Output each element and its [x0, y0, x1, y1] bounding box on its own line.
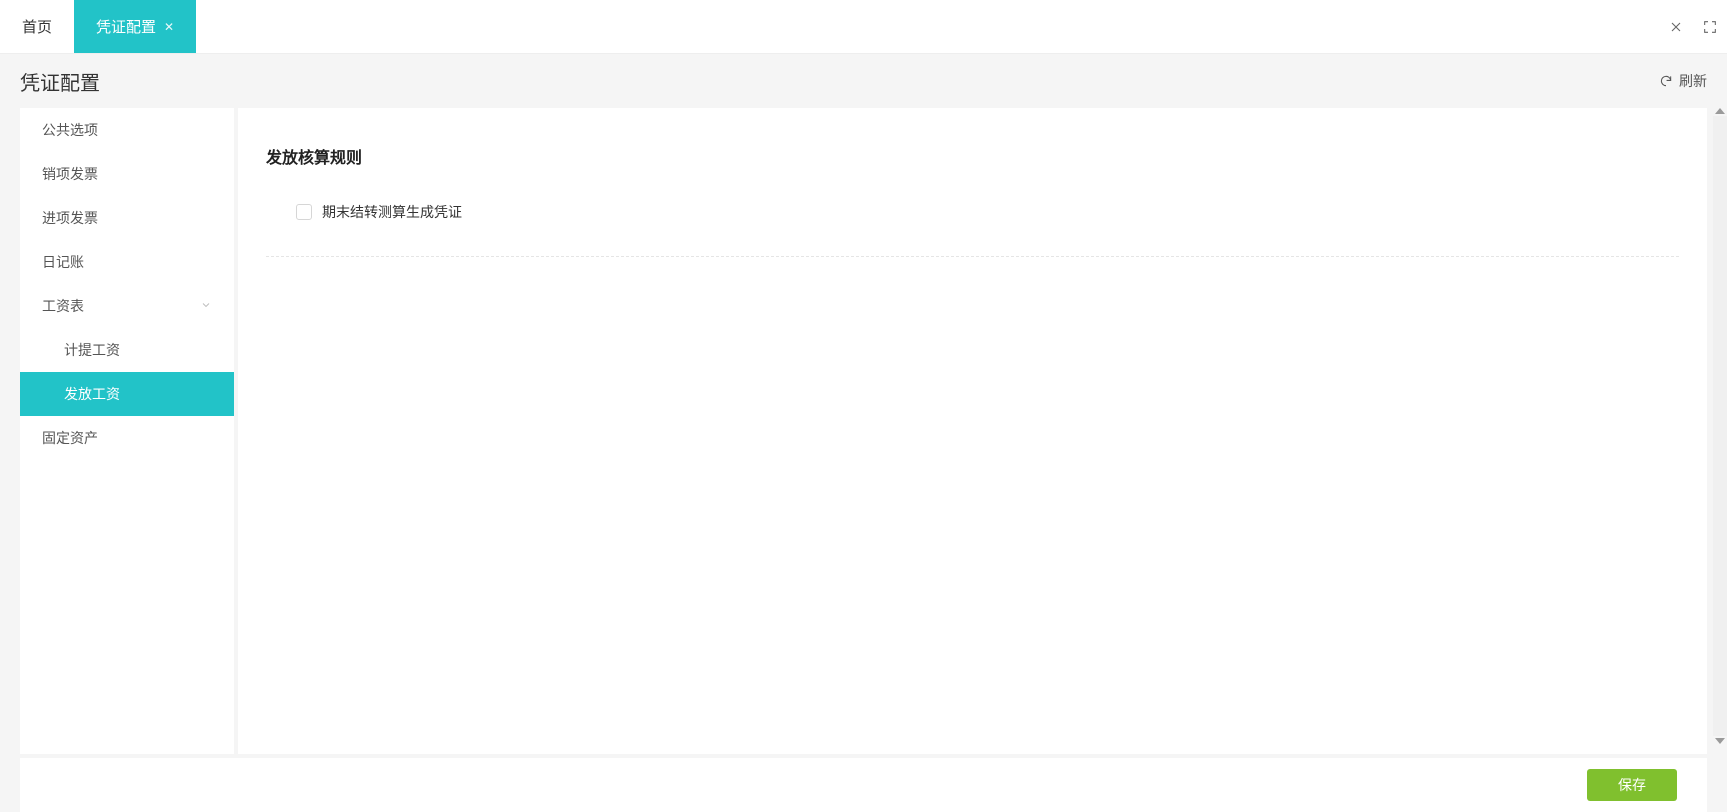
divider [266, 256, 1679, 257]
section-title: 发放核算规则 [266, 144, 1679, 168]
refresh-button[interactable]: 刷新 [1659, 71, 1707, 91]
sidebar-item-purchase-invoice[interactable]: 进项发票 [20, 196, 234, 240]
sidebar-item-label: 固定资产 [42, 428, 212, 448]
checkbox-row: 期末结转测算生成凭证 [266, 202, 1679, 222]
checkbox-label: 期末结转测算生成凭证 [322, 202, 462, 222]
tabbar-right [1659, 0, 1727, 53]
sidebar-item-label: 发放工资 [64, 384, 212, 404]
refresh-icon [1659, 74, 1673, 88]
tab-home-label: 首页 [22, 16, 52, 37]
sidebar-item-accrue-salary[interactable]: 计提工资 [20, 328, 234, 372]
sidebar-item-label: 销项发票 [42, 164, 212, 184]
sidebar-item-public-options[interactable]: 公共选项 [20, 108, 234, 152]
page-header: 凭证配置 刷新 [0, 54, 1727, 108]
tab-voucher-config-label: 凭证配置 [96, 16, 156, 37]
save-button[interactable]: 保存 [1587, 769, 1677, 801]
page-title: 凭证配置 [20, 67, 100, 96]
fullscreen-button[interactable] [1693, 0, 1727, 54]
sidebar-item-label: 计提工资 [64, 340, 212, 360]
refresh-label: 刷新 [1679, 71, 1707, 91]
chevron-down-icon [200, 298, 212, 314]
tab-home[interactable]: 首页 [0, 0, 74, 53]
close-all-button[interactable] [1659, 0, 1693, 54]
sidebar-item-fixed-assets[interactable]: 固定资产 [20, 416, 234, 460]
close-icon[interactable]: ✕ [164, 20, 174, 34]
sidebar-item-label: 工资表 [42, 296, 200, 316]
sidebar-item-label: 日记账 [42, 252, 212, 272]
sidebar-item-pay-salary[interactable]: 发放工资 [20, 372, 234, 416]
body: 公共选项 销项发票 进项发票 日记账 工资表 计提工资 发放工资 固定资产 发放… [0, 108, 1727, 754]
sidebar-item-label: 进项发票 [42, 208, 212, 228]
tab-bar: 首页 凭证配置 ✕ [0, 0, 1727, 54]
sidebar-item-label: 公共选项 [42, 120, 212, 140]
content-panel: 发放核算规则 期末结转测算生成凭证 [238, 108, 1707, 754]
sidebar-item-journal[interactable]: 日记账 [20, 240, 234, 284]
sidebar-item-payroll[interactable]: 工资表 [20, 284, 234, 328]
sidebar-item-sales-invoice[interactable]: 销项发票 [20, 152, 234, 196]
tab-voucher-config[interactable]: 凭证配置 ✕ [74, 0, 196, 53]
period-end-voucher-checkbox[interactable] [296, 204, 312, 220]
footer-bar: 保存 [20, 758, 1707, 812]
sidebar: 公共选项 销项发票 进项发票 日记账 工资表 计提工资 发放工资 固定资产 [20, 108, 234, 754]
